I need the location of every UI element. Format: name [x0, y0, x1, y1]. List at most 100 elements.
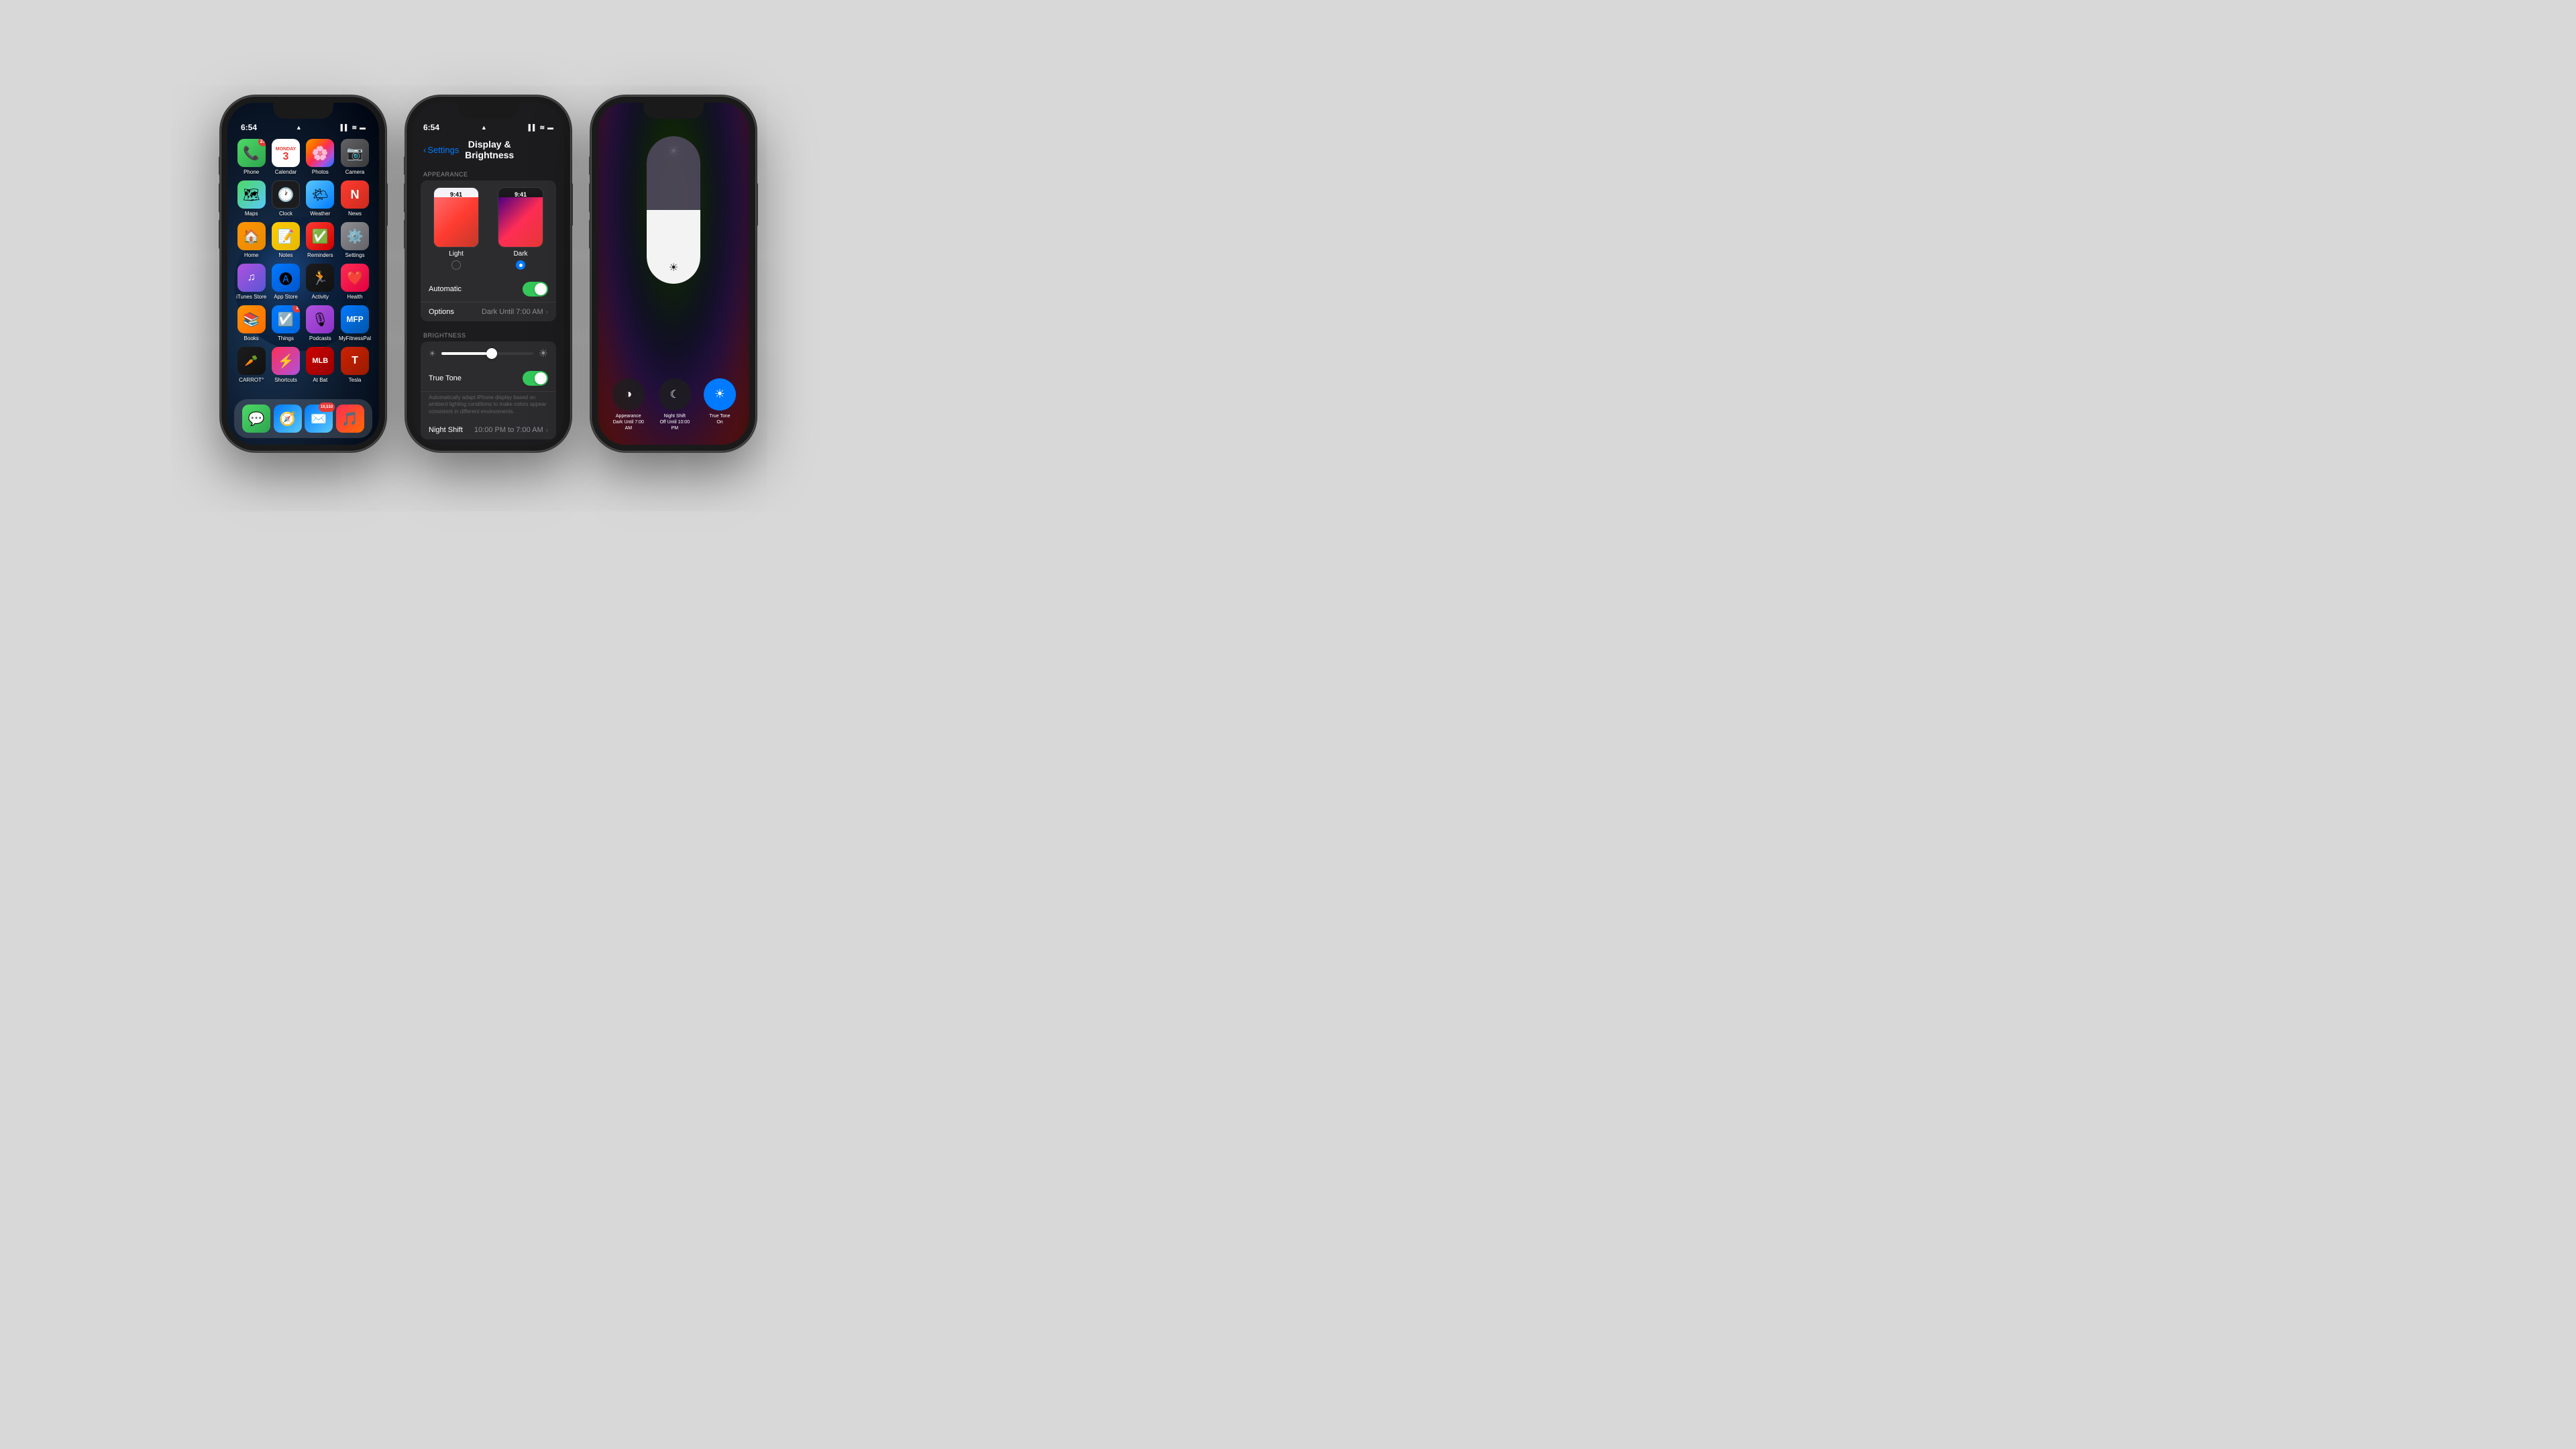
books-icon[interactable]: 📚: [237, 305, 266, 333]
health-label: Health: [347, 294, 362, 300]
true-tone-circle[interactable]: ☀: [704, 378, 736, 411]
app-camera[interactable]: 📷 Camera: [339, 139, 371, 175]
mute-button[interactable]: [219, 156, 221, 175]
power-button-3[interactable]: [756, 183, 758, 226]
reminders-icon[interactable]: ✅: [306, 222, 334, 250]
light-preview: 9:41: [433, 187, 479, 248]
appstore-label: App Store: [274, 294, 298, 300]
dark-radio[interactable]: [516, 260, 525, 270]
power-button[interactable]: [386, 183, 388, 226]
dock-music[interactable]: 🎵: [336, 405, 364, 433]
app-carrot[interactable]: 🥕 CARROT°: [235, 347, 267, 383]
settings-icon[interactable]: ⚙️: [341, 222, 369, 250]
app-reminders[interactable]: ✅ Reminders: [305, 222, 336, 258]
app-clock[interactable]: 🕐 Clock: [270, 180, 301, 217]
app-news[interactable]: N News: [339, 180, 371, 217]
things-label: Things: [278, 335, 294, 341]
app-home[interactable]: 🏠 Home: [235, 222, 267, 258]
options-label: Options: [429, 308, 454, 316]
night-shift-circle[interactable]: ☾: [659, 378, 691, 411]
appearance-control[interactable]: ◑ Appearance Dark Until 7:00 AM: [611, 378, 646, 431]
app-weather[interactable]: 🌤 Weather: [305, 180, 336, 217]
app-itunes-store[interactable]: ♫ iTunes Store: [235, 264, 267, 300]
app-calendar[interactable]: Monday 3 Calendar: [270, 139, 301, 175]
app-things[interactable]: ☑️ 1 Things: [270, 305, 301, 341]
volume-up-button-2[interactable]: [404, 183, 406, 213]
automatic-toggle[interactable]: [523, 282, 548, 297]
camera-icon[interactable]: 📷: [341, 139, 369, 167]
app-phone[interactable]: 📞 27 Phone: [235, 139, 267, 175]
mute-button-3[interactable]: [589, 156, 591, 175]
appstore-icon[interactable]: 🅐: [272, 264, 300, 292]
dock-safari[interactable]: 🧭: [274, 405, 302, 433]
clock-icon[interactable]: 🕐: [272, 180, 300, 209]
app-appstore[interactable]: 🅐 App Store: [270, 264, 301, 300]
activity-icon[interactable]: 🏃: [306, 264, 334, 292]
battery-icon: ▬: [360, 124, 366, 131]
dock-messages[interactable]: 💬: [242, 405, 270, 433]
mute-button-2[interactable]: [404, 156, 406, 175]
night-shift-icon: ☾: [670, 388, 680, 401]
maps-icon[interactable]: 🗺: [237, 180, 266, 209]
volume-down-button-2[interactable]: [404, 219, 406, 249]
app-photos[interactable]: 🌸 Photos: [305, 139, 336, 175]
app-grid: 📞 27 Phone Monday 3 Calendar: [227, 135, 379, 387]
appearance-circle[interactable]: ◑: [612, 378, 645, 411]
app-activity[interactable]: 🏃 Activity: [305, 264, 336, 300]
settings-back-button[interactable]: ‹ Settings: [423, 145, 459, 155]
appearance-card: 9:41 Light 9:41 Dark: [421, 180, 556, 321]
notes-icon[interactable]: 📝: [272, 222, 300, 250]
podcasts-icon[interactable]: 🎙: [306, 305, 334, 333]
things-icon[interactable]: ☑️ 1: [272, 305, 300, 333]
app-books[interactable]: 📚 Books: [235, 305, 267, 341]
weather-icon[interactable]: 🌤: [306, 180, 334, 209]
true-tone-toggle[interactable]: [523, 371, 548, 386]
app-myfitnesspal[interactable]: MFP MyFitnessPal: [339, 305, 371, 341]
options-row[interactable]: Options Dark Until 7:00 AM ›: [421, 303, 556, 321]
app-atbat[interactable]: MLB At Bat: [305, 347, 336, 383]
dock-mail[interactable]: ✉️ 10,510: [305, 405, 333, 433]
brightness-thumb[interactable]: [486, 348, 497, 359]
atbat-icon[interactable]: MLB: [306, 347, 334, 375]
night-shift-row[interactable]: Night Shift 10:00 PM to 7:00 AM ›: [421, 421, 556, 439]
appearance-light-option[interactable]: 9:41 Light: [433, 187, 479, 270]
brightness-track[interactable]: [441, 352, 533, 355]
appearance-dark-option[interactable]: 9:41 Dark: [498, 187, 543, 270]
tesla-icon[interactable]: T: [341, 347, 369, 375]
night-shift-control[interactable]: ☾ Night Shift Off Until 10:00 PM: [658, 378, 692, 431]
dark-label: Dark: [513, 250, 527, 258]
true-tone-control[interactable]: ☀ True Tone On: [704, 378, 736, 431]
home-icon[interactable]: 🏠: [237, 222, 266, 250]
brightness-widget[interactable]: ☀: [647, 136, 700, 284]
volume-up-button-3[interactable]: [589, 183, 591, 213]
app-tesla[interactable]: T Tesla: [339, 347, 371, 383]
volume-down-button-3[interactable]: [589, 219, 591, 249]
myfitnesspal-icon[interactable]: MFP: [341, 305, 369, 333]
itunes-store-icon[interactable]: ♫: [237, 264, 266, 292]
phone-icon[interactable]: 📞 27: [237, 139, 266, 167]
app-health[interactable]: ❤️ Health: [339, 264, 371, 300]
app-notes[interactable]: 📝 Notes: [270, 222, 301, 258]
shortcuts-icon[interactable]: ⚡: [272, 347, 300, 375]
home-screen: 6:54 ▲ ▌▌ ≋ ▬ 📞 27 Phon: [227, 103, 379, 445]
app-shortcuts[interactable]: ⚡ Shortcuts: [270, 347, 301, 383]
app-settings[interactable]: ⚙️ Settings: [339, 222, 371, 258]
photos-icon[interactable]: 🌸: [306, 139, 334, 167]
power-button-2[interactable]: [571, 183, 573, 226]
brightness-slider-row[interactable]: ☀ ☀: [421, 341, 556, 366]
app-podcasts[interactable]: 🎙 Podcasts: [305, 305, 336, 341]
volume-up-button[interactable]: [219, 183, 221, 213]
notch-2: [458, 103, 519, 119]
calendar-icon[interactable]: Monday 3: [272, 139, 300, 167]
light-radio[interactable]: [451, 260, 461, 270]
maps-label: Maps: [245, 211, 258, 217]
true-tone-row[interactable]: True Tone: [421, 366, 556, 392]
automatic-row[interactable]: Automatic: [421, 276, 556, 303]
settings-label: Settings: [345, 252, 365, 258]
books-label: Books: [244, 335, 259, 341]
news-icon[interactable]: N: [341, 180, 369, 209]
volume-down-button[interactable]: [219, 219, 221, 249]
app-maps[interactable]: 🗺 Maps: [235, 180, 267, 217]
health-icon[interactable]: ❤️: [341, 264, 369, 292]
carrot-icon[interactable]: 🥕: [237, 347, 266, 375]
